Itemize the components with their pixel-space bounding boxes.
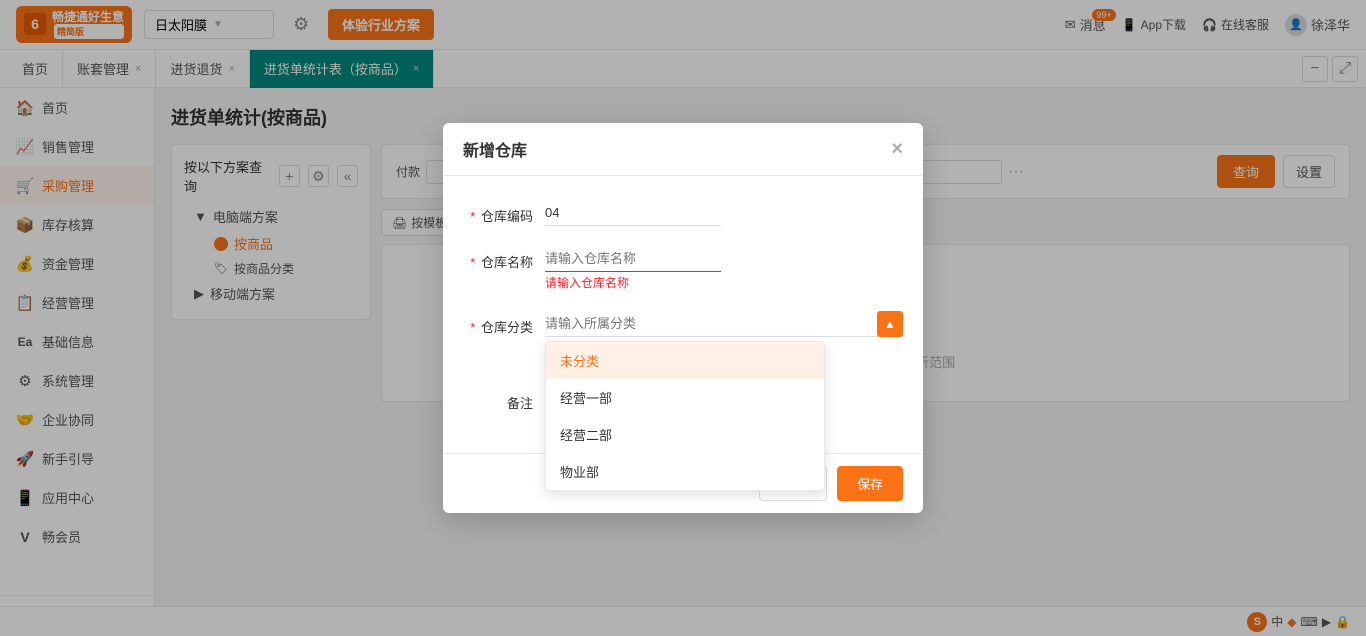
warehouse-name-input[interactable] (545, 246, 721, 272)
code-input-wrap (545, 200, 903, 226)
dropdown-item-dept1[interactable]: 经营一部 (546, 379, 824, 416)
category-required: * (470, 320, 475, 335)
name-label: * 仓库名称 (463, 246, 533, 271)
new-warehouse-modal: 新增仓库 × * 仓库编码 * 仓库名称 (443, 123, 923, 513)
code-label: * 仓库编码 (463, 200, 533, 225)
category-input-wrap: ▲ 未分类 经营一部 经营二部 物业部 (545, 311, 903, 337)
category-field-row: * 仓库分类 ▲ 未分类 经营一部 经营二部 物业部 (463, 311, 903, 337)
modal-header: 新增仓库 × (443, 123, 923, 176)
warehouse-code-input[interactable] (545, 200, 721, 226)
category-input[interactable] (545, 311, 903, 337)
dropdown-item-dept2[interactable]: 经营二部 (546, 416, 824, 453)
code-required: * (470, 209, 475, 224)
save-button[interactable]: 保存 (837, 466, 903, 501)
modal-close-button[interactable]: × (891, 139, 903, 159)
name-field-row: * 仓库名称 请输入仓库名称 (463, 246, 903, 291)
name-required: * (470, 255, 475, 270)
modal-overlay: 新增仓库 × * 仓库编码 * 仓库名称 (0, 0, 1366, 636)
remark-label: 备注 (463, 387, 533, 412)
code-field-row: * 仓库编码 (463, 200, 903, 226)
dropdown-item-property[interactable]: 物业部 (546, 453, 824, 490)
name-error-message: 请输入仓库名称 (545, 274, 903, 291)
category-label: * 仓库分类 (463, 311, 533, 336)
category-dropdown: 未分类 经营一部 经营二部 物业部 (545, 341, 825, 491)
modal-title: 新增仓库 (463, 137, 527, 161)
name-input-wrap: 请输入仓库名称 (545, 246, 903, 291)
category-toggle-button[interactable]: ▲ (877, 311, 903, 337)
modal-body: * 仓库编码 * 仓库名称 请输入仓库名称 (443, 176, 923, 453)
dropdown-item-unclassified[interactable]: 未分类 (546, 342, 824, 379)
